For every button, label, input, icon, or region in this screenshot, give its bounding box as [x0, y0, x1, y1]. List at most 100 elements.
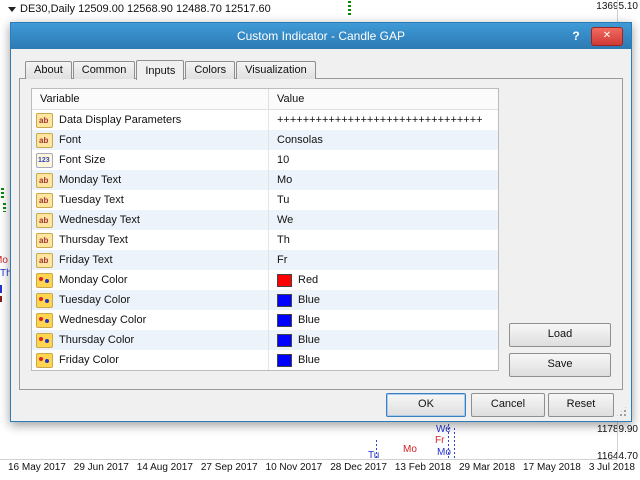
- date-label: 27 Sep 2017: [200, 462, 258, 473]
- date-label: 13 Feb 2018: [394, 462, 452, 473]
- date-label: 10 Nov 2017: [265, 462, 323, 473]
- color-swatch: [277, 353, 292, 367]
- date-label: 14 Aug 2017: [136, 462, 193, 473]
- ab-param-icon: [36, 112, 53, 128]
- table-row[interactable]: Thursday Color Blue: [32, 330, 498, 350]
- param-name: Wednesday Text: [59, 214, 140, 226]
- param-name: Thursday Text: [59, 234, 128, 246]
- inputs-tab-page: Variable Value Data Display Parameters +…: [19, 78, 623, 390]
- color-param-icon: [36, 312, 53, 328]
- chart-object-marker: [348, 1, 351, 17]
- param-value: Blue: [298, 334, 321, 346]
- table-row[interactable]: Font Size 10: [32, 150, 498, 170]
- ab-param-icon: [36, 192, 53, 208]
- tab-about[interactable]: About: [25, 61, 72, 79]
- param-name: Data Display Parameters: [59, 114, 182, 126]
- day-marker: Fr: [435, 435, 445, 446]
- table-row[interactable]: Wednesday Text We: [32, 210, 498, 230]
- table-row[interactable]: Friday Text Fr: [32, 250, 498, 270]
- dialog-title: Custom Indicator - Candle GAP: [236, 29, 406, 43]
- param-value: Fr: [277, 254, 288, 266]
- param-name: Tuesday Text: [59, 194, 124, 206]
- param-name: Friday Color: [59, 354, 119, 366]
- chart-artifact: [0, 285, 2, 293]
- symbol-menu-icon[interactable]: [8, 6, 16, 12]
- indicator-vline: [448, 420, 449, 458]
- close-icon: ✕: [602, 30, 612, 41]
- color-param-icon: [36, 272, 53, 288]
- param-name: Thursday Color: [59, 334, 135, 346]
- cancel-button[interactable]: Cancel: [471, 393, 545, 417]
- color-swatch: [277, 313, 292, 327]
- table-row[interactable]: Font Consolas: [32, 130, 498, 150]
- tab-common[interactable]: Common: [72, 61, 136, 79]
- param-value: Blue: [298, 294, 321, 306]
- ok-button[interactable]: OK: [386, 393, 466, 417]
- param-table-body: Data Display Parameters ++++++++++++++++…: [32, 110, 498, 370]
- table-row[interactable]: Friday Color Blue: [32, 350, 498, 370]
- chart-object-marker: [1, 188, 4, 200]
- load-button[interactable]: Load: [509, 323, 611, 347]
- param-value: Blue: [298, 354, 321, 366]
- color-param-icon: [36, 292, 53, 308]
- param-value: 10: [277, 154, 290, 166]
- param-name: Font Size: [59, 154, 106, 166]
- param-value: Red: [298, 274, 319, 286]
- help-button[interactable]: ?: [567, 27, 585, 45]
- date-label: 3 Jul 2018: [588, 462, 635, 473]
- param-name: Monday Color: [59, 274, 128, 286]
- param-name: Wednesday Color: [59, 314, 147, 326]
- parameters-table: Variable Value Data Display Parameters +…: [31, 88, 499, 371]
- table-header: Variable Value: [32, 89, 498, 110]
- param-value: Mo: [277, 174, 293, 186]
- dialog-tabs: About Common Inputs Colors Visualization: [25, 60, 317, 80]
- ab-param-icon: [36, 232, 53, 248]
- tab-colors[interactable]: Colors: [185, 61, 236, 79]
- save-button[interactable]: Save: [509, 353, 611, 377]
- column-header-value: Value: [268, 89, 498, 109]
- color-swatch: [277, 333, 292, 347]
- column-header-variable: Variable: [40, 93, 80, 105]
- table-row[interactable]: Thursday Text Th: [32, 230, 498, 250]
- close-button[interactable]: ✕: [591, 27, 623, 46]
- ab-param-icon: [36, 172, 53, 188]
- param-value: Blue: [298, 314, 321, 326]
- param-value: ++++++++++++++++++++++++++++++++: [277, 114, 483, 126]
- chart-artifact: [0, 296, 2, 302]
- table-row[interactable]: Tuesday Text Tu: [32, 190, 498, 210]
- ab-param-icon: [36, 252, 53, 268]
- reset-button[interactable]: Reset: [548, 393, 614, 417]
- day-marker: Tu: [368, 450, 380, 461]
- tab-inputs[interactable]: Inputs: [136, 60, 185, 80]
- indicator-vline: [376, 440, 377, 458]
- param-name: Monday Text: [59, 174, 122, 186]
- date-label: 28 Dec 2017: [330, 462, 387, 473]
- table-row[interactable]: Monday Text Mo: [32, 170, 498, 190]
- table-row[interactable]: Tuesday Color Blue: [32, 290, 498, 310]
- table-row[interactable]: Monday Color Red: [32, 270, 498, 290]
- param-value: Consolas: [277, 134, 323, 146]
- quote-text: DE30,Daily 12509.00 12568.90 12488.70 12…: [20, 3, 271, 15]
- param-name: Tuesday Color: [59, 294, 131, 306]
- param-name: Friday Text: [59, 254, 113, 266]
- tab-visualization[interactable]: Visualization: [236, 61, 316, 79]
- 123-param-icon: [36, 152, 53, 168]
- day-marker: Mo: [0, 255, 8, 266]
- table-row[interactable]: Data Display Parameters ++++++++++++++++…: [32, 110, 498, 130]
- time-axis-line: [0, 459, 617, 460]
- resize-grip-icon[interactable]: [615, 405, 628, 418]
- table-row[interactable]: Wednesday Color Blue: [32, 310, 498, 330]
- chart-object-marker: [3, 203, 6, 212]
- color-swatch: [277, 293, 292, 307]
- dialog-titlebar[interactable]: Custom Indicator - Candle GAP ? ✕: [11, 23, 631, 49]
- ab-param-icon: [36, 132, 53, 148]
- date-label: 17 May 2018: [523, 462, 581, 473]
- date-label: 16 May 2017: [8, 462, 66, 473]
- color-param-icon: [36, 332, 53, 348]
- param-value: Tu: [277, 194, 290, 206]
- color-param-icon: [36, 352, 53, 368]
- indicator-dialog: Custom Indicator - Candle GAP ? ✕ About …: [10, 22, 632, 422]
- color-swatch: [277, 273, 292, 287]
- date-label: 29 Jun 2017: [73, 462, 129, 473]
- symbol-quote-line: DE30,Daily 12509.00 12568.90 12488.70 12…: [8, 3, 271, 15]
